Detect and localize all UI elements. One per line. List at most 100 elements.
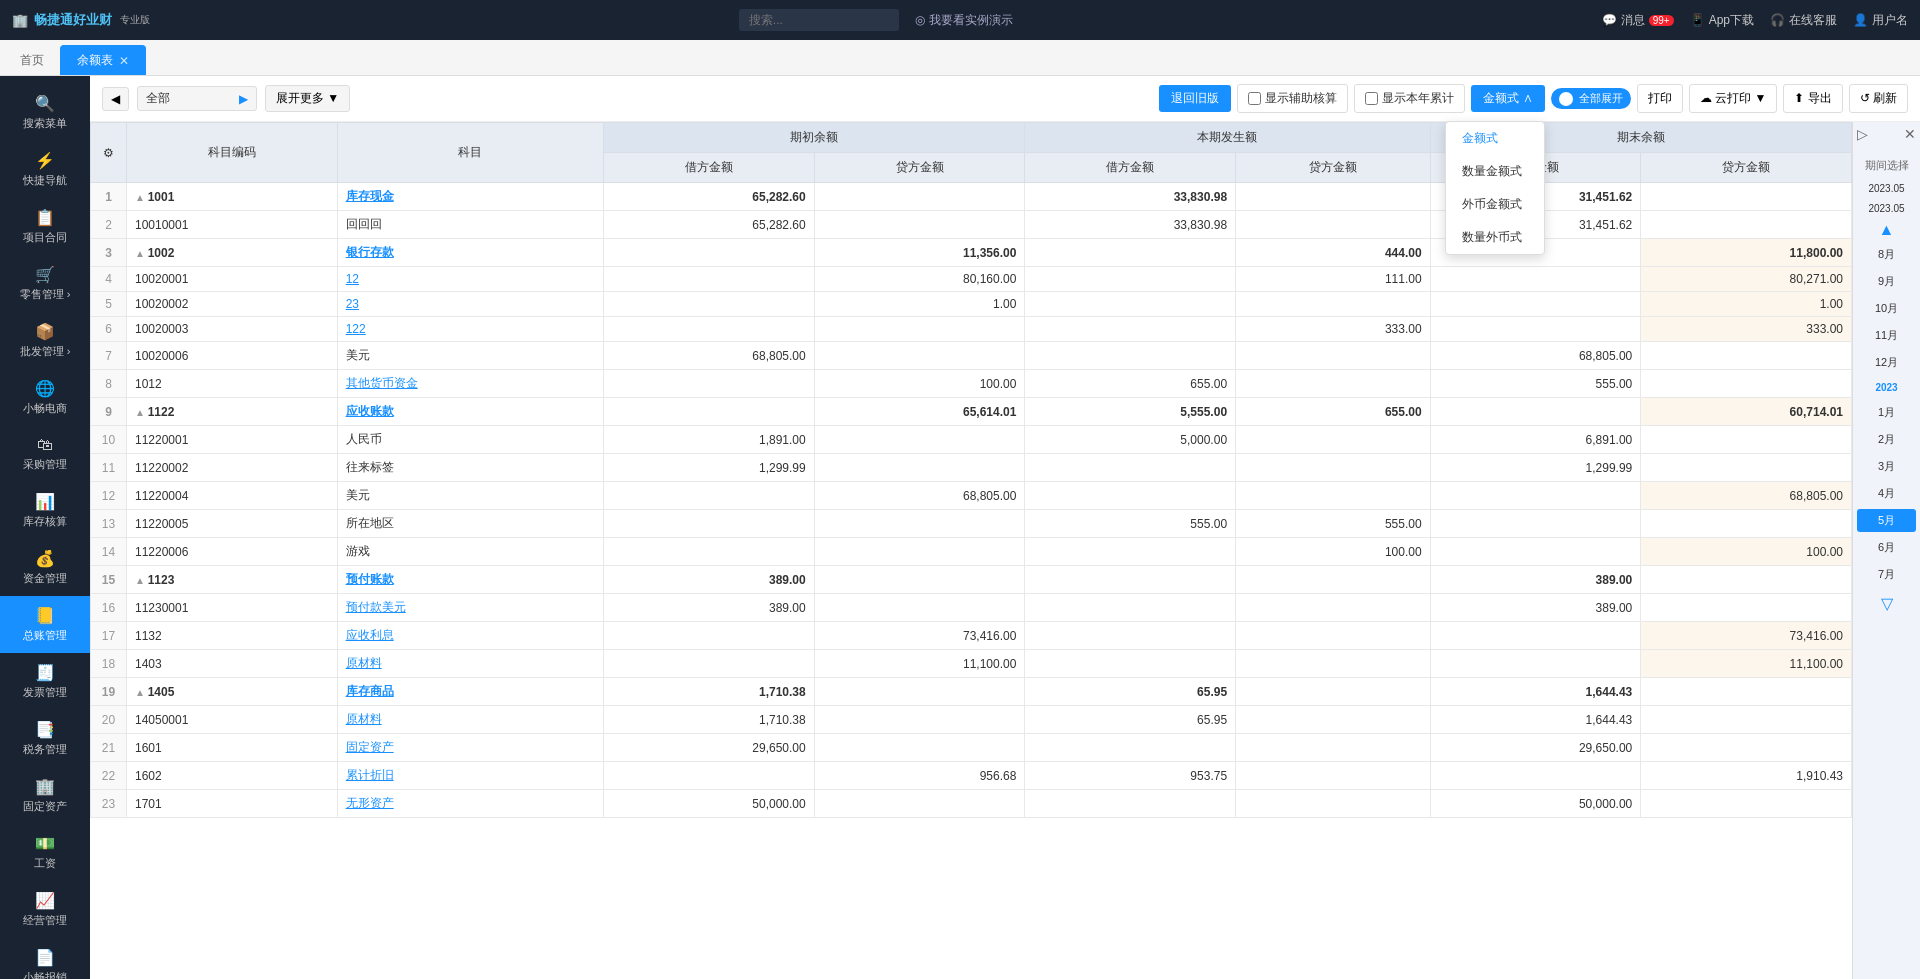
period-4[interactable]: 4月	[1857, 482, 1916, 505]
table-row-name: 往来标签	[337, 454, 603, 482]
sidebar-item-report[interactable]: 📄 小畅报销	[0, 938, 90, 979]
auxiliary-checkbox[interactable]	[1248, 92, 1261, 105]
demo-link[interactable]: ◎ 我要看实例演示	[915, 12, 1013, 29]
mode-qty-amount[interactable]: 数量金额式	[1446, 155, 1544, 188]
search-all-input[interactable]: 全部 ▶	[137, 86, 257, 111]
table-row-value	[1025, 538, 1236, 566]
tab-home[interactable]: 首页	[8, 46, 56, 75]
period-10[interactable]: 10月	[1857, 297, 1916, 320]
chevron-down-icon: ▼	[327, 91, 339, 105]
expand-more-btn[interactable]: 展开更多 ▼	[265, 85, 350, 112]
print-btn[interactable]: 打印	[1637, 84, 1683, 113]
table-row-value	[1430, 267, 1641, 292]
table-wrapper[interactable]: ⚙ 科目编码 科目 期初余额 本期发生额 期末余额 借方金额 贷方金额 借方金额	[90, 122, 1852, 979]
sidebar-item-wholesale[interactable]: 📦 批发管理 ›	[0, 312, 90, 369]
app-download-btn[interactable]: 📱 App下载	[1690, 12, 1754, 29]
period-11[interactable]: 11月	[1857, 324, 1916, 347]
cloud-print-btn[interactable]: ☁ 云打印 ▼	[1689, 84, 1778, 113]
table-row-name[interactable]: 其他货币资金	[337, 370, 603, 398]
table-row-value	[814, 790, 1025, 818]
invoice-icon: 🧾	[35, 663, 55, 682]
collapse-icon[interactable]: ▲	[135, 687, 148, 698]
period-2[interactable]: 2月	[1857, 428, 1916, 451]
table-row-name[interactable]: 原材料	[337, 706, 603, 734]
mode-btn[interactable]: 金额式 ∧	[1471, 85, 1544, 112]
sidebar-item-ledger[interactable]: 📒 总账管理	[0, 596, 90, 653]
th-settings[interactable]: ⚙	[91, 123, 127, 183]
collapse-icon[interactable]: ▲	[135, 407, 148, 418]
table-row-name[interactable]: 预付款美元	[337, 594, 603, 622]
mode-foreign-amount[interactable]: 外币金额式	[1446, 188, 1544, 221]
period-3[interactable]: 3月	[1857, 455, 1916, 478]
sidebar-item-capital[interactable]: 💰 资金管理	[0, 539, 90, 596]
table-row-name[interactable]: 122	[337, 317, 603, 342]
table-row-name[interactable]: 23	[337, 292, 603, 317]
mode-qty-foreign[interactable]: 数量外币式	[1446, 221, 1544, 254]
table-row-code: 1601	[127, 734, 338, 762]
sidebar-item-assets[interactable]: 🏢 固定资产	[0, 767, 90, 824]
sidebar-label-wholesale: 批发管理 ›	[20, 344, 71, 359]
period-1[interactable]: 1月	[1857, 401, 1916, 424]
collapse-icon[interactable]: ▲	[135, 248, 148, 259]
panel-collapse-btn[interactable]: ✕	[1900, 122, 1920, 146]
export-btn[interactable]: ⬆ 导出	[1783, 84, 1842, 113]
table-row-value	[1025, 790, 1236, 818]
sidebar-item-salary[interactable]: 💵 工资	[0, 824, 90, 881]
ytd-checkbox[interactable]	[1365, 92, 1378, 105]
service-icon: 🎧	[1770, 13, 1785, 27]
sidebar-item-project[interactable]: 📋 项目合同	[0, 198, 90, 255]
column-settings-icon[interactable]: ⚙	[103, 146, 114, 160]
panel-expand-btn[interactable]: ▷	[1853, 122, 1872, 146]
table-row-name[interactable]: 无形资产	[337, 790, 603, 818]
refresh-btn[interactable]: ↺ 刷新	[1849, 84, 1908, 113]
export-icon: ⬆	[1794, 91, 1804, 105]
sidebar-item-retail[interactable]: 🛒 零售管理 ›	[0, 255, 90, 312]
table-row-value: 33,830.98	[1025, 211, 1236, 239]
table-row-name[interactable]: 固定资产	[337, 734, 603, 762]
period-6[interactable]: 6月	[1857, 536, 1916, 559]
back-button[interactable]: ◀	[102, 87, 129, 111]
sidebar-label-capital: 资金管理	[23, 571, 67, 586]
tab-close-icon[interactable]: ✕	[119, 54, 129, 68]
sidebar-item-purchase[interactable]: 🛍 采购管理	[0, 426, 90, 482]
expand-all-toggle[interactable]: 全部展开	[1551, 88, 1631, 109]
table-and-panel: ⚙ 科目编码 科目 期初余额 本期发生额 期末余额 借方金额 贷方金额 借方金额	[90, 122, 1920, 979]
mode-amount[interactable]: 金额式	[1446, 122, 1544, 155]
collapse-icon[interactable]: ▲	[135, 192, 148, 203]
sidebar-item-ecommerce[interactable]: 🌐 小畅电商	[0, 369, 90, 426]
sidebar-item-inventory[interactable]: 📊 库存核算	[0, 482, 90, 539]
sidebar-label-ops: 经营管理	[23, 913, 67, 928]
period-8[interactable]: 8月	[1857, 243, 1916, 266]
period-12[interactable]: 12月	[1857, 351, 1916, 374]
table-row-name[interactable]: 12	[337, 267, 603, 292]
period-7[interactable]: 7月	[1857, 563, 1916, 586]
table-row-value	[1641, 183, 1852, 211]
sidebar-item-search[interactable]: 🔍 搜索菜单	[0, 84, 90, 141]
show-ytd-check[interactable]: 显示本年累计	[1354, 84, 1465, 113]
sidebar-item-ops[interactable]: 📈 经营管理	[0, 881, 90, 938]
collapse-icon[interactable]: ▲	[135, 575, 148, 586]
tab-yue[interactable]: 余额表 ✕	[60, 45, 146, 75]
period-down-arrow[interactable]: ▽	[1881, 594, 1893, 613]
sidebar-item-quicknav[interactable]: ⚡ 快捷导航	[0, 141, 90, 198]
sidebar-item-invoice[interactable]: 🧾 发票管理	[0, 653, 90, 710]
top-bar-right: 💬 消息 99+ 📱 App下载 🎧 在线客服 👤 用户名	[1602, 12, 1908, 29]
table-row-code: 11220004	[127, 482, 338, 510]
table-row-name[interactable]: 原材料	[337, 650, 603, 678]
period-9[interactable]: 9月	[1857, 270, 1916, 293]
message-btn[interactable]: 💬 消息 99+	[1602, 12, 1674, 29]
period-up-arrow[interactable]: ▲	[1879, 221, 1895, 239]
th-opening: 期初余额	[604, 123, 1025, 153]
show-auxiliary-check[interactable]: 显示辅助核算	[1237, 84, 1348, 113]
online-service-btn[interactable]: 🎧 在线客服	[1770, 12, 1837, 29]
table-row-name[interactable]: 累计折旧	[337, 762, 603, 790]
table-row-code: 1132	[127, 622, 338, 650]
table-row-value: 1,299.99	[604, 454, 815, 482]
period-5[interactable]: 5月	[1857, 509, 1916, 532]
sidebar-item-tax[interactable]: 📑 税务管理	[0, 710, 90, 767]
user-avatar[interactable]: 👤 用户名	[1853, 12, 1908, 29]
top-search-input[interactable]	[739, 9, 899, 31]
table-row-name[interactable]: 应收利息	[337, 622, 603, 650]
table-row-code: ▲ 1001	[127, 183, 338, 211]
return-old-version-btn[interactable]: 退回旧版	[1159, 85, 1231, 112]
